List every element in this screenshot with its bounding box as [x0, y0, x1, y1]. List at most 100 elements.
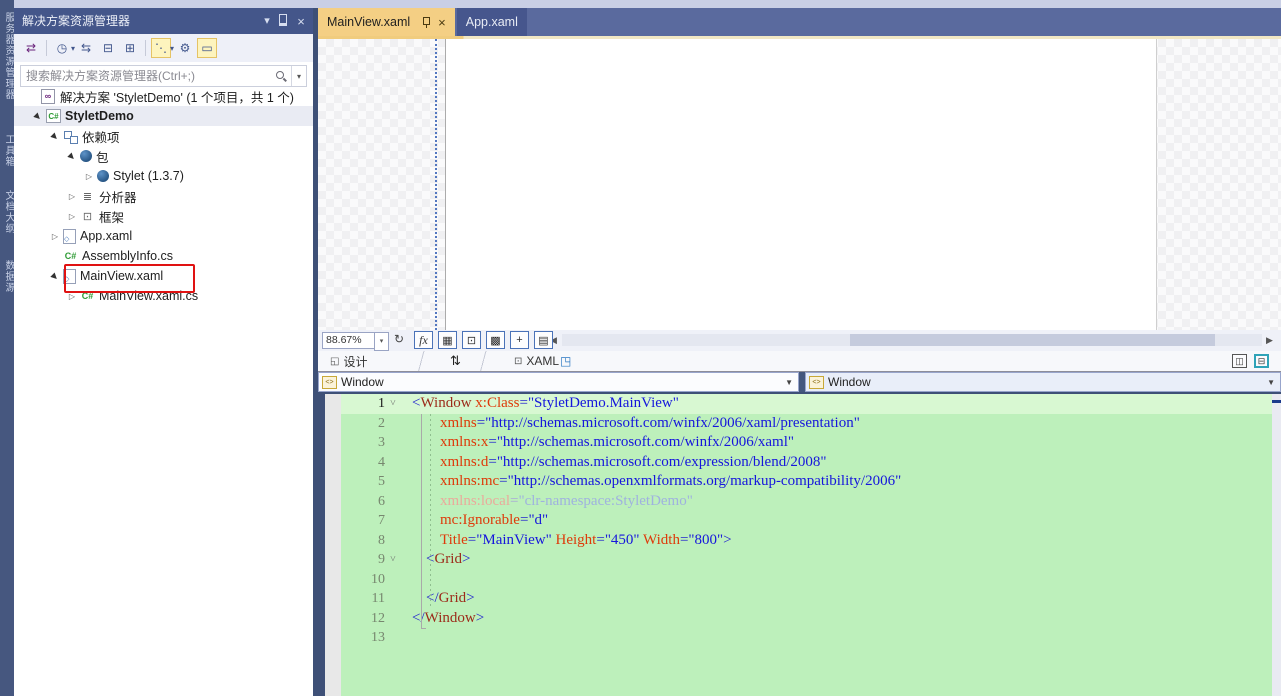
- preview-selected-items-icon[interactable]: ▭: [197, 38, 218, 58]
- search-icon[interactable]: [271, 66, 291, 86]
- document-tab-app.xaml[interactable]: App.xaml: [456, 8, 527, 36]
- xaml-breadcrumb-right[interactable]: <> Window ▼: [805, 372, 1281, 392]
- tree-item--styletdemo-1-1-[interactable]: 解决方案 'StyletDemo' (1 个项目，共 1 个): [14, 86, 313, 106]
- code-text: <Grid>: [426, 551, 471, 567]
- breakpoint-margin[interactable]: [325, 394, 341, 696]
- code-line-10[interactable]: 10: [341, 570, 1272, 590]
- code-line-5[interactable]: 5 xmlns:mc="http://schemas.openxmlformats…: [341, 472, 1272, 492]
- code-line-7[interactable]: 7 mc:Ignorable="d": [341, 511, 1272, 531]
- code-line-4[interactable]: 4 xmlns:d="http://schemas.microsoft.com/e…: [341, 453, 1272, 473]
- search-input[interactable]: [21, 66, 271, 86]
- solution-tree: 解决方案 'StyletDemo' (1 个项目，共 1 个)▶StyletDe…: [14, 86, 313, 696]
- switch-views-icon[interactable]: ⇆: [76, 38, 96, 58]
- expanded-expander-icon[interactable]: ▶: [46, 267, 64, 285]
- disable-project-code-icon[interactable]: ▤: [534, 331, 553, 349]
- tree-item-label: 依赖项: [82, 130, 120, 145]
- popup-xaml-window-button[interactable]: ◳: [560, 351, 571, 371]
- line-number: 10: [371, 571, 385, 587]
- horizontal-split-button[interactable]: ⊟: [1254, 354, 1269, 368]
- tree-item-app.xaml[interactable]: ▷ App.xaml: [14, 226, 313, 246]
- fold-collapse-icon[interactable]: ˅: [385, 550, 401, 570]
- code-text: xmlns:mc="http://schemas.openxmlformats.…: [440, 473, 902, 489]
- close-icon[interactable]: ×: [293, 14, 309, 29]
- sync-with-active-document-icon[interactable]: ⇄: [21, 38, 41, 58]
- element-tag-icon: <>: [809, 375, 824, 389]
- code-text: </Window>: [412, 609, 485, 626]
- tree-item-stylet-1.3.7-[interactable]: ▷ Stylet (1.3.7): [14, 166, 313, 186]
- expanded-expander-icon[interactable]: ▶: [63, 147, 81, 165]
- code-line-1[interactable]: 1 ˅ <Window x:Class="StyletDemo.MainView": [341, 394, 1272, 414]
- xaml-code-editor[interactable]: 1 ˅ <Window x:Class="StyletDemo.MainView" 2…: [341, 394, 1272, 696]
- snap-to-grid-icon[interactable]: ⊡: [462, 331, 481, 349]
- expanded-expander-icon[interactable]: ▶: [29, 107, 47, 125]
- tab-label: App.xaml: [465, 15, 518, 29]
- zoom-dropdown-icon[interactable]: ▾: [374, 332, 389, 351]
- collapsed-expander-icon[interactable]: ▷: [81, 172, 97, 181]
- tree-item-assemblyinfo.cs[interactable]: AssemblyInfo.cs: [14, 246, 313, 266]
- breadcrumb-element-label: Window: [341, 375, 384, 389]
- editor-left-border: [318, 392, 325, 696]
- tab-xaml[interactable]: ⊡ XAML: [514, 351, 559, 371]
- designer-window-artboard[interactable]: [445, 39, 1157, 330]
- tree-item-styletdemo[interactable]: ▶ StyletDemo: [14, 106, 313, 126]
- show-grid-icon[interactable]: ▦: [438, 331, 457, 349]
- collapsed-expander-icon[interactable]: ▷: [47, 232, 63, 241]
- panel-title-text: 解决方案资源管理器: [22, 14, 131, 28]
- properties-icon[interactable]: ⚙: [175, 38, 195, 58]
- show-snaplines-icon[interactable]: +: [510, 331, 529, 349]
- zoom-level-combo[interactable]: 88.67%: [322, 332, 377, 349]
- window-position-icon[interactable]: ▾: [259, 14, 275, 29]
- code-line-6[interactable]: 6 xmlns:local="clr-namespace:StyletDemo": [341, 492, 1272, 512]
- line-number: 11: [371, 591, 385, 606]
- refresh-designer-icon[interactable]: ↻: [394, 332, 404, 346]
- solution-explorer-toolbar: ⇄ ◷ ▾ ⇆ ⊟ ⊞ ⋱ ▾ ⚙ ▭: [14, 34, 313, 62]
- track-active-item-icon-dropdown[interactable]: ▾: [170, 44, 174, 53]
- document-tab-mainview.xaml[interactable]: MainView.xaml ×: [318, 8, 455, 36]
- hscroll-right-arrow[interactable]: ▶: [1266, 335, 1273, 346]
- tree-item--[interactable]: ▷ 框架: [14, 206, 313, 226]
- collapsed-expander-icon[interactable]: ▷: [64, 192, 80, 201]
- history-filter-icon[interactable]: ◷: [52, 38, 72, 58]
- code-line-11[interactable]: 11 </Grid>: [341, 589, 1272, 609]
- vertical-split-button[interactable]: ◫: [1232, 354, 1247, 368]
- nuget-package-icon: [80, 150, 92, 162]
- toggle-artboard-background-icon[interactable]: ▩: [486, 331, 505, 349]
- track-active-item-icon[interactable]: ⋱: [151, 38, 172, 58]
- tree-item--[interactable]: ▶ 包: [14, 146, 313, 166]
- hscroll-thumb[interactable]: [850, 334, 1215, 346]
- fold-collapse-icon[interactable]: ˅: [385, 394, 401, 414]
- tab-design[interactable]: ◱ 设计: [330, 351, 367, 371]
- code-line-8[interactable]: 8 Title="MainView" Height="450" Width="80…: [341, 531, 1272, 551]
- editor-vscroll-track[interactable]: [1272, 394, 1281, 696]
- nuget-package-icon: [97, 170, 109, 182]
- history-filter-icon-dropdown[interactable]: ▾: [71, 44, 75, 53]
- tab-label: MainView.xaml: [327, 15, 411, 29]
- tab-close-icon[interactable]: ×: [438, 15, 446, 30]
- code-line-3[interactable]: 3 xmlns:x="http://schemas.microsoft.com/w…: [341, 433, 1272, 453]
- tree-item--[interactable]: ▷ 分析器: [14, 186, 313, 206]
- swap-panes-button[interactable]: ⇅: [450, 351, 461, 371]
- effects-fx-toggle-icon[interactable]: fx: [414, 331, 433, 349]
- line-number: 6: [378, 493, 385, 509]
- tree-item--[interactable]: ▶ 依赖项: [14, 126, 313, 146]
- code-text: Title="MainView" Height="450" Width="800…: [440, 531, 732, 548]
- show-all-files-icon[interactable]: ⊞: [120, 38, 140, 58]
- red-annotation-box: [64, 264, 195, 293]
- code-line-2[interactable]: 2 xmlns="http://schemas.microsoft.com/win…: [341, 414, 1272, 434]
- expanded-expander-icon[interactable]: ▶: [46, 127, 64, 145]
- tab-pin-icon[interactable]: [420, 16, 432, 28]
- collapsed-expander-icon[interactable]: ▷: [64, 212, 80, 221]
- xaml-tab-label: XAML: [526, 354, 560, 368]
- collapse-all-icon[interactable]: ⊟: [98, 38, 118, 58]
- pin-icon[interactable]: [275, 14, 291, 29]
- hscroll-track[interactable]: [562, 334, 1262, 346]
- breadcrumb-dropdown-icon[interactable]: ▼: [1267, 378, 1275, 387]
- code-line-9[interactable]: 9˅ <Grid>: [341, 550, 1272, 570]
- breadcrumb-dropdown-icon[interactable]: ▼: [785, 378, 793, 387]
- search-options-dropdown-icon[interactable]: ▾: [291, 66, 306, 86]
- code-line-13[interactable]: 13: [341, 628, 1272, 648]
- code-line-12[interactable]: 12 </Window>: [341, 609, 1272, 629]
- xaml-design-surface[interactable]: [318, 39, 1281, 330]
- xaml-breadcrumb-left[interactable]: <> Window ▼: [318, 372, 799, 392]
